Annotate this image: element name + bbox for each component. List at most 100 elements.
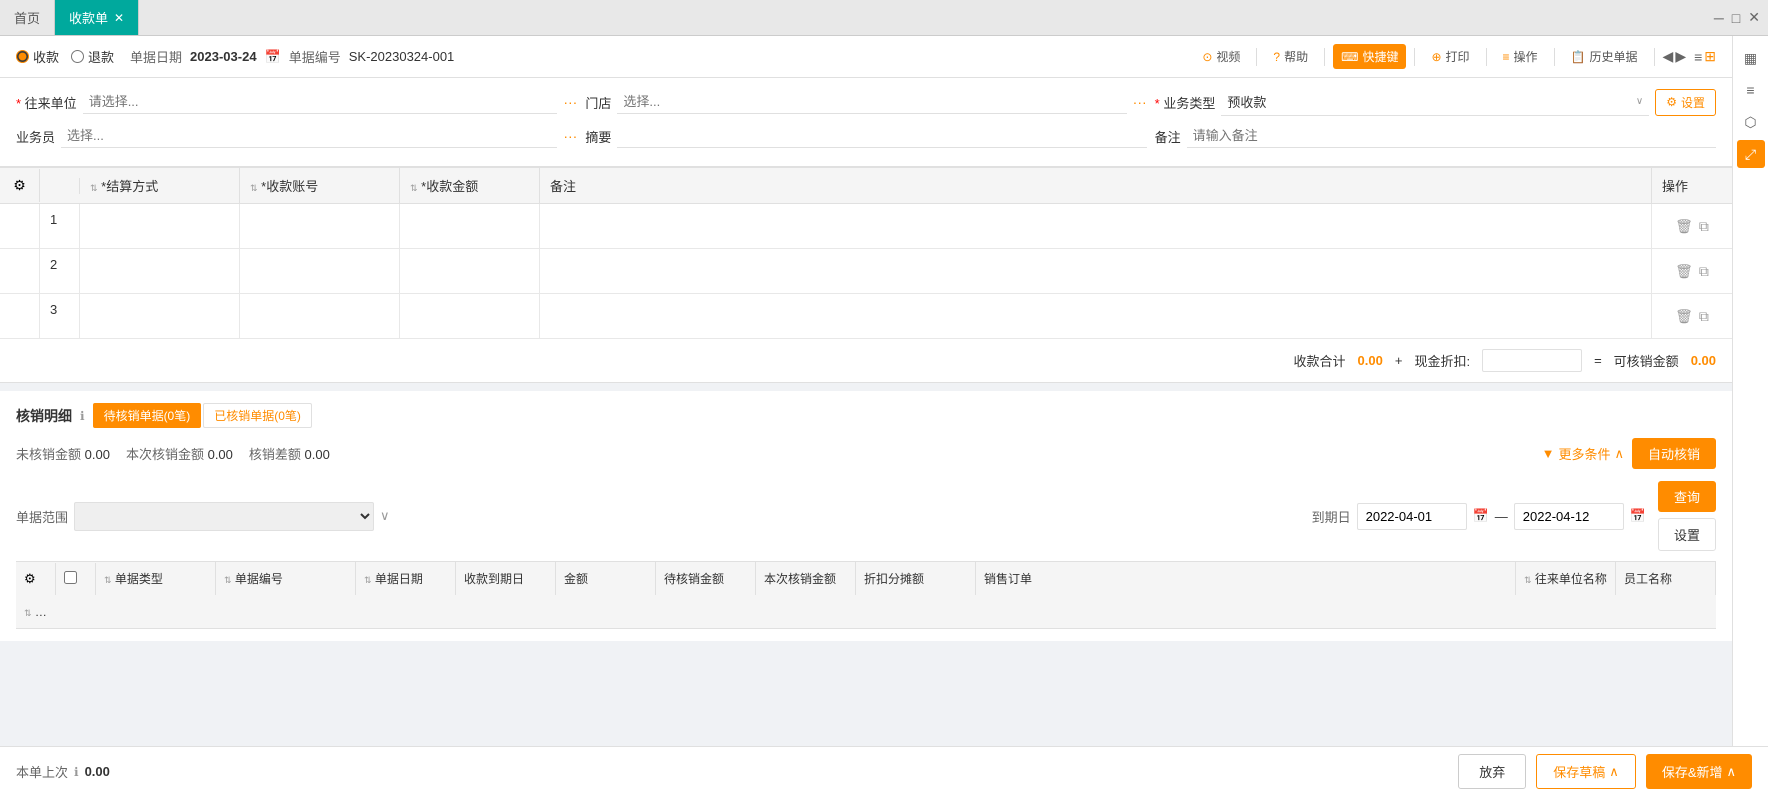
window-maximize-button[interactable]: □ — [1732, 10, 1740, 26]
row2-amount[interactable] — [400, 249, 540, 293]
footer-info-icon[interactable]: ℹ — [74, 765, 79, 779]
sub-counterparty-col: ⇅ 往来单位名称 — [1516, 562, 1616, 595]
stat-diff: 核销差额 0.00 — [249, 444, 330, 463]
sub-settings-button[interactable]: 设置 — [1658, 518, 1716, 551]
save-new-button[interactable]: 保存&新增 ∧ — [1646, 754, 1752, 789]
business-type-select[interactable]: 预收款 ∨ — [1221, 88, 1649, 116]
row1-settlement[interactable] — [80, 204, 240, 248]
row2-actions: 🗑 ⧉ — [1652, 249, 1732, 293]
tab-home[interactable]: 首页 — [0, 0, 55, 35]
row3-settlement[interactable] — [80, 294, 240, 338]
range-dropdown-icon[interactable]: ∨ — [380, 508, 390, 524]
sidebar-doc-button[interactable]: ≡ — [1737, 76, 1765, 104]
auto-reconcile-button[interactable]: 自动核销 — [1632, 438, 1716, 469]
calendar-icon[interactable]: 📅 — [265, 49, 281, 65]
due-date-to-input[interactable] — [1514, 503, 1624, 530]
table-row: 3 🗑 ⧉ — [0, 294, 1732, 339]
layout-grid-button[interactable]: ⊞ — [1704, 48, 1716, 65]
row1-gear — [0, 204, 40, 248]
summary-input[interactable] — [617, 124, 1146, 148]
divider-6 — [1654, 48, 1655, 66]
note-input[interactable] — [1187, 124, 1716, 148]
row1-actions: 🗑 ⧉ — [1652, 204, 1732, 248]
sidebar-expand-button[interactable]: ⤢ — [1737, 140, 1765, 168]
nav-next-button[interactable]: ▶ — [1675, 48, 1686, 65]
table-account-label: *收款账号 — [261, 179, 318, 194]
history-button[interactable]: 📋 历史单据 — [1563, 44, 1646, 69]
shortcut-button[interactable]: ⌨ 快捷键 — [1333, 44, 1406, 69]
nav-prev-button[interactable]: ◀ — [1663, 48, 1674, 65]
query-button[interactable]: 查询 — [1658, 481, 1716, 512]
form-settings-button[interactable]: ⚙ 设置 — [1655, 89, 1716, 116]
table-row: 1 🗑 ⧉ — [0, 204, 1732, 249]
store-more-btn[interactable]: ··· — [1133, 94, 1147, 110]
salesperson-field: 业务员 ··· — [16, 124, 577, 148]
operation-button[interactable]: ≡ 操作 — [1495, 44, 1546, 69]
tab-close-button[interactable]: ✕ — [114, 11, 124, 25]
window-minimize-button[interactable]: ─ — [1714, 10, 1724, 26]
counterparty-input[interactable] — [83, 90, 558, 114]
pending-tab[interactable]: 待核销单据(0笔) — [93, 403, 202, 428]
store-input[interactable] — [617, 90, 1126, 114]
row1-account[interactable] — [240, 204, 400, 248]
radio-receipt[interactable]: 收款 — [16, 47, 59, 66]
due-date-from-input[interactable] — [1357, 503, 1467, 530]
abandon-button[interactable]: 放弃 — [1458, 754, 1526, 789]
window-close-button[interactable]: ✕ — [1748, 9, 1760, 26]
store-field: 门店 ··· — [585, 90, 1146, 114]
video-button[interactable]: ⊙ 视频 — [1194, 44, 1248, 69]
radio-refund-input[interactable] — [71, 50, 84, 63]
range-select[interactable] — [74, 502, 374, 531]
row3-copy-button[interactable]: ⧉ — [1699, 308, 1709, 325]
row3-note[interactable] — [540, 294, 1652, 338]
row3-delete-button[interactable]: 🗑 — [1675, 308, 1693, 325]
layout-list-button[interactable]: ≡ — [1694, 48, 1702, 65]
table-gear-button[interactable]: ⚙ — [13, 177, 26, 194]
radio-receipt-input[interactable] — [16, 50, 29, 63]
sub-gear-button[interactable]: ⚙ — [24, 571, 36, 587]
calendar-to-icon[interactable]: 📅 — [1630, 508, 1646, 524]
range-filter: 单据范围 ∨ — [16, 502, 1300, 531]
divider-1 — [1256, 48, 1257, 66]
total-label: 收款合计 — [1294, 351, 1346, 370]
form-row-2: 业务员 ··· 摘要 备注 — [16, 124, 1716, 148]
business-type-dropdown-arrow[interactable]: ∨ — [1636, 96, 1643, 107]
sidebar-grid-button[interactable]: ▦ — [1737, 44, 1765, 72]
sidebar-link-button[interactable]: ⬡ — [1737, 108, 1765, 136]
print-button[interactable]: ⊕ 打印 — [1423, 44, 1477, 69]
summary-row: 收款合计 0.00 + 现金折扣: = 可核销金额 0.00 — [0, 339, 1732, 383]
table-note-col: 备注 — [540, 168, 1652, 203]
sub-employee-label: 员工名称 — [1624, 572, 1672, 586]
row1-note[interactable] — [540, 204, 1652, 248]
sub-amount-label: 金额 — [564, 572, 588, 586]
row1-amount[interactable] — [400, 204, 540, 248]
sub-dept-label: 部门名称 — [35, 605, 56, 619]
row3-amount[interactable] — [400, 294, 540, 338]
sub-select-all-checkbox[interactable] — [64, 571, 77, 584]
discount-input[interactable] — [1482, 349, 1582, 372]
save-draft-button[interactable]: 保存草稿 ∧ — [1536, 754, 1636, 789]
stat-current: 本次核销金额 0.00 — [126, 444, 233, 463]
footer-prev-label: 本单上次 — [16, 762, 68, 781]
row2-settlement[interactable] — [80, 249, 240, 293]
more-filter-button[interactable]: ▼ 更多条件 ∧ — [1542, 444, 1624, 463]
calendar-from-icon[interactable]: 📅 — [1473, 508, 1489, 524]
row3-account[interactable] — [240, 294, 400, 338]
counterparty-label: 往来单位 — [16, 93, 77, 112]
counterparty-more-btn[interactable]: ··· — [563, 94, 577, 110]
row2-delete-button[interactable]: 🗑 — [1675, 263, 1693, 280]
completed-tab[interactable]: 已核销单据(0笔) — [203, 403, 312, 428]
help-button[interactable]: ? 帮助 — [1265, 44, 1316, 69]
row2-note[interactable] — [540, 249, 1652, 293]
salesperson-more-btn[interactable]: ··· — [563, 128, 577, 144]
radio-refund[interactable]: 退款 — [71, 47, 114, 66]
row1-no: 1 — [40, 204, 80, 248]
salesperson-input[interactable] — [61, 124, 557, 148]
tab-receipt[interactable]: 收款单 ✕ — [55, 0, 139, 35]
row1-delete-button[interactable]: 🗑 — [1675, 218, 1693, 235]
reconcile-info-icon[interactable]: ℹ — [80, 409, 85, 423]
print-icon: ⊕ — [1431, 50, 1441, 64]
row2-account[interactable] — [240, 249, 400, 293]
row1-copy-button[interactable]: ⧉ — [1699, 218, 1709, 235]
row2-copy-button[interactable]: ⧉ — [1699, 263, 1709, 280]
